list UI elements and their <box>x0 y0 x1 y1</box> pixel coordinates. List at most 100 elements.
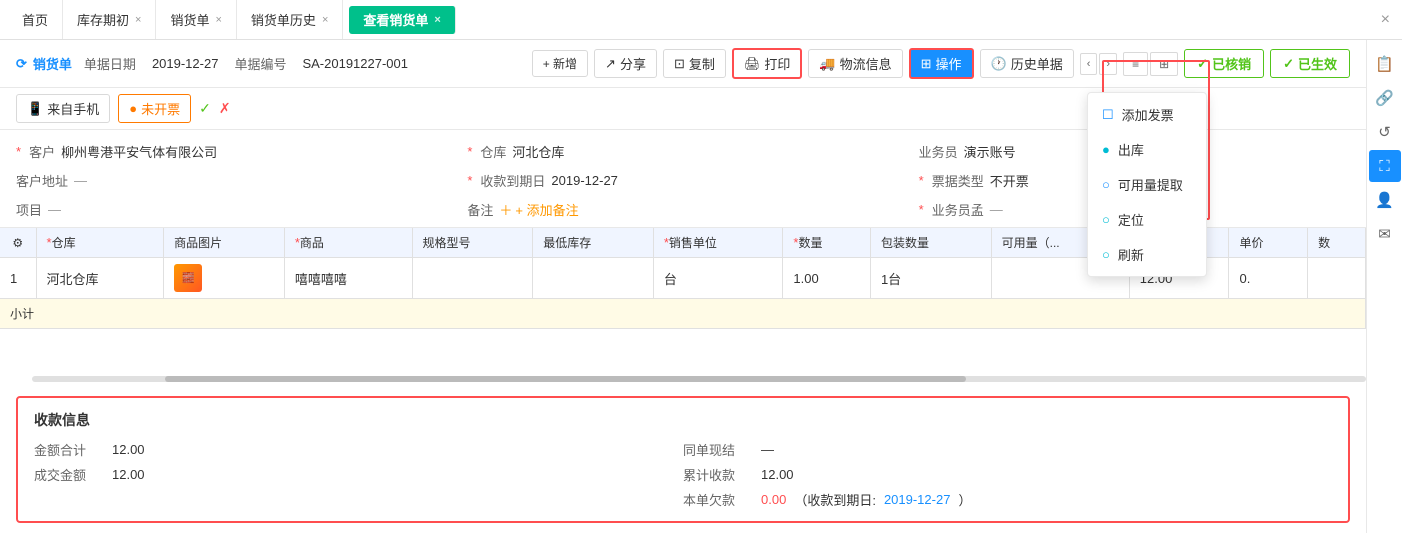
transaction-label: 成交金额 <box>34 465 104 484</box>
tab-sales-close[interactable]: × <box>215 14 221 26</box>
row-pack-qty: 1台 <box>870 258 991 299</box>
same-order-value: — <box>761 442 774 457</box>
col-pack-qty: 包装数量 <box>870 228 991 258</box>
logistics-icon: 🚚 <box>819 56 835 72</box>
list-view-button[interactable]: ≡ <box>1123 52 1148 76</box>
nav-arrows: ‹ › <box>1080 53 1117 75</box>
right-sidebar: 📋 🔗 ↺ ⛶ 👤 ✉ <box>1366 40 1402 533</box>
tab-bar: 首页 库存期初 × 销货单 × 销货单历史 × 查看销货单 × × <box>0 0 1402 40</box>
scrollbar-area[interactable] <box>0 372 1366 386</box>
locate-label: 定位 <box>1118 210 1144 229</box>
row-amount <box>1308 258 1366 299</box>
refresh-icon: ○ <box>1102 247 1110 262</box>
scroll-thumb[interactable] <box>165 376 965 382</box>
tab-view-sales-close[interactable]: × <box>434 14 440 26</box>
outbound-item[interactable]: ● 出库 <box>1088 132 1206 167</box>
operations-button[interactable]: ⊞ 操作 <box>909 48 974 79</box>
row-product: 嘻嘻嘻嘻 <box>284 258 412 299</box>
row-spec <box>412 258 533 299</box>
add-invoice-label: 添加发票 <box>1122 105 1174 124</box>
payment-date-field: * 收款到期日 2019-12-27 <box>467 171 898 190</box>
not-open-button[interactable]: ● 未开票 <box>118 94 191 123</box>
doc-title-text: 销货单 <box>33 54 72 73</box>
tab-home[interactable]: 首页 <box>8 0 63 39</box>
tab-inventory[interactable]: 库存期初 × <box>63 0 156 39</box>
sidebar-link-icon[interactable]: 🔗 <box>1369 82 1401 114</box>
tab-sales[interactable]: 销货单 × <box>156 0 236 39</box>
sidebar-expand-icon[interactable]: ⛶ <box>1369 150 1401 182</box>
sidebar-mail-icon[interactable]: ✉ <box>1369 218 1401 250</box>
due-value: 0.00 <box>761 492 786 507</box>
col-amount: 数 <box>1308 228 1366 258</box>
tab-view-sales[interactable]: 查看销货单 × <box>349 6 455 34</box>
salesperson2-required: * <box>919 202 924 217</box>
scroll-indicator[interactable] <box>32 376 1366 382</box>
row-price: 0. <box>1229 258 1308 299</box>
view-toggle: ≡ ⊞ <box>1123 52 1178 76</box>
sidebar-refresh-icon[interactable]: ↺ <box>1369 116 1401 148</box>
refresh-item[interactable]: ○ 刷新 <box>1088 237 1206 272</box>
amount-row: 金额合计 12.00 <box>34 440 683 459</box>
no-label: 单据编号 <box>234 54 286 73</box>
product-thumbnail: 🧱 <box>174 264 202 292</box>
payment-info-box: 收款信息 金额合计 12.00 同单现结 — 成交金额 12.00 累计收款 1… <box>16 396 1350 523</box>
copy-icon: ⊡ <box>674 56 685 72</box>
next-button[interactable]: › <box>1099 53 1117 75</box>
col-product: *商品 <box>284 228 412 258</box>
new-button[interactable]: + 新增 <box>532 50 588 77</box>
address-field: 客户地址 — <box>16 171 447 190</box>
col-spec: 规格型号 <box>412 228 533 258</box>
available-extract-item[interactable]: ○ 可用量提取 <box>1088 167 1206 202</box>
payment-grid: 金额合计 12.00 同单现结 — 成交金额 12.00 累计收款 12.00 <box>34 440 1332 509</box>
add-invoice-item[interactable]: ☐ 添加发票 <box>1088 97 1206 132</box>
doc-meta: 单据日期 2019-12-27 单据编号 SA-20191227-001 <box>84 54 408 73</box>
logistics-button[interactable]: 🚚 物流信息 <box>808 49 902 78</box>
grid-view-button[interactable]: ⊞ <box>1150 52 1178 76</box>
note-field: 备注 ＋ + 添加备注 <box>467 200 898 219</box>
warehouse-field: * 仓库 河北仓库 <box>467 142 898 161</box>
tab-inventory-close[interactable]: × <box>135 14 141 26</box>
sidebar-doc-icon[interactable]: 📋 <box>1369 48 1401 80</box>
prev-button[interactable]: ‹ <box>1080 53 1098 75</box>
amount-value: 12.00 <box>112 442 145 457</box>
subtotal-row: 小计 <box>0 299 1366 329</box>
share-icon: ↗ <box>605 56 616 72</box>
locate-item[interactable]: ○ 定位 <box>1088 202 1206 237</box>
confirm-icon[interactable]: ✓ <box>199 100 211 117</box>
available-extract-label: 可用量提取 <box>1118 175 1183 194</box>
project-field: 项目 — <box>16 200 447 219</box>
cancelled-button[interactable]: ✓ 已核销 <box>1184 49 1264 78</box>
tab-history[interactable]: 销货单历史 × <box>237 0 343 39</box>
date-label: 单据日期 <box>84 54 136 73</box>
history-records-button[interactable]: 🕐 历史单据 <box>980 49 1074 78</box>
from-phone-button[interactable]: 📱 来自手机 <box>16 94 110 123</box>
tab-history-close[interactable]: × <box>322 14 328 26</box>
col-qty: *数量 <box>783 228 871 258</box>
add-note-button[interactable]: ＋ + 添加备注 <box>499 200 578 219</box>
row-seq: 1 <box>0 258 36 299</box>
effective-button[interactable]: ✓ 已生效 <box>1270 49 1350 78</box>
sidebar-user-icon[interactable]: 👤 <box>1369 184 1401 216</box>
row-qty: 1.00 <box>783 258 871 299</box>
print-button[interactable]: 🖨 打印 <box>732 48 803 79</box>
no-value: SA-20191227-001 <box>302 56 408 71</box>
same-order-row: 同单现结 — <box>683 440 1332 459</box>
row-unit: 台 <box>653 258 783 299</box>
copy-button[interactable]: ⊡ 复制 <box>663 49 726 78</box>
customer-field: * 客户 柳州粤港平安气体有限公司 <box>16 142 447 161</box>
date-value: 2019-12-27 <box>152 56 219 71</box>
col-image: 商品图片 <box>164 228 285 258</box>
share-button[interactable]: ↗ 分享 <box>594 49 657 78</box>
same-order-label: 同单现结 <box>683 440 753 459</box>
reject-icon[interactable]: ✗ <box>219 100 231 117</box>
plus-icon: ＋ <box>499 200 512 219</box>
window-close-button[interactable]: × <box>1381 11 1390 29</box>
transaction-row: 成交金额 12.00 <box>34 465 683 484</box>
check-icon: ✓ <box>1197 56 1208 72</box>
col-price: 单价 <box>1229 228 1308 258</box>
due-note-end: ） <box>958 490 971 509</box>
row-image: 🧱 <box>164 258 285 299</box>
due-row: 本单欠款 0.00 （收款到期日: 2019-12-27 ） <box>683 490 1332 509</box>
tab-history-label: 销货单历史 <box>251 10 316 29</box>
tab-view-sales-label: 查看销货单 <box>363 10 428 29</box>
